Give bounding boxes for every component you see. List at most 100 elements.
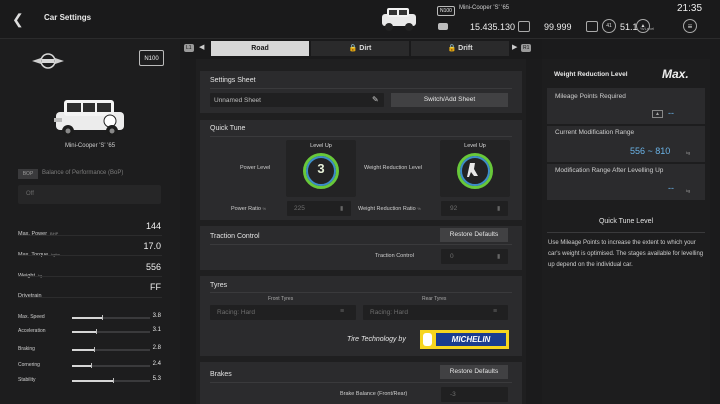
perf-label: Stability xyxy=(18,377,36,383)
power-ratio-value: 225 xyxy=(294,205,305,212)
current-range-unit: kg xyxy=(686,150,691,155)
divider xyxy=(210,88,512,89)
tab-drift-label: Drift xyxy=(458,45,473,52)
stat-max-power-value: 144 xyxy=(145,221,161,231)
stat-max-torque-label: Max. Torquekgfm xyxy=(18,243,60,261)
tyres-title: Tyres xyxy=(210,282,228,289)
sheet-name-value: Unnamed Sheet xyxy=(214,97,261,104)
traction-restore-button[interactable]: Restore Defaults xyxy=(440,228,508,242)
front-tyres-value: Racing: Hard xyxy=(217,309,255,316)
quick-tune-title: Quick Tune xyxy=(210,125,246,132)
back-icon[interactable]: ❮ xyxy=(12,11,24,28)
tab-road[interactable]: Road xyxy=(211,41,309,56)
car-thumbnail xyxy=(382,8,416,31)
slider-icon: ▮ xyxy=(497,206,501,212)
perf-bar-marker xyxy=(96,329,98,334)
garage-icon xyxy=(438,23,448,30)
tab-drift[interactable]: 🔒 Drift xyxy=(411,41,509,56)
divider xyxy=(18,276,162,277)
after-range-label: Modification Range After Levelling Up xyxy=(555,167,664,174)
switch-add-sheet-button[interactable]: Switch/Add Sheet xyxy=(391,93,508,107)
perf-bar-fill xyxy=(72,380,114,382)
bop-badge: BOP xyxy=(18,169,38,179)
divider xyxy=(210,244,512,245)
tab-next-icon[interactable]: ▶ xyxy=(512,43,517,51)
list-icon: ≡ xyxy=(340,308,345,315)
perf-bar-marker xyxy=(113,378,115,383)
perf-label: Cornering xyxy=(18,362,40,368)
traction-control-label: Traction Control xyxy=(375,253,414,259)
brakes-restore-button[interactable]: Restore Defaults xyxy=(440,365,508,379)
tab-prev-icon[interactable]: ◀ xyxy=(199,43,204,51)
perf-bar-fill xyxy=(72,331,97,333)
credits-value: 15.435.130 xyxy=(470,22,516,32)
michelin-man-icon xyxy=(423,333,432,346)
r1-button-hint: R1 xyxy=(521,44,532,52)
divider xyxy=(210,292,512,293)
after-range-value: -- xyxy=(668,183,674,193)
perf-value: 2.8 xyxy=(152,345,161,351)
page-title: Car Settings xyxy=(44,13,92,22)
brake-balance-label: Brake Balance (Front/Rear) xyxy=(340,391,408,397)
mileage-points-value: -- xyxy=(668,108,674,118)
bop-select[interactable] xyxy=(18,185,161,204)
weight-level-up-label: Level Up xyxy=(464,143,486,149)
perf-bar-fill xyxy=(72,349,94,351)
perf-value: 5.3 xyxy=(152,376,161,382)
slider-icon: ▮ xyxy=(340,206,344,212)
perf-value: 3.1 xyxy=(152,327,161,333)
tab-dirt-label: Dirt xyxy=(359,45,372,52)
edit-icon[interactable]: ✎ xyxy=(372,95,379,104)
traction-control-value: 0 xyxy=(450,253,454,260)
current-range-value: 556 ~ 810 xyxy=(630,146,671,156)
quick-tune-level-heading: Quick Tune Level xyxy=(598,218,654,225)
tire-technology-label: Tire Technology by xyxy=(347,336,406,343)
description-text: Use Mileage Points to increase the exten… xyxy=(548,240,704,268)
perf-value: 2.4 xyxy=(152,361,161,367)
bop-value: Off xyxy=(26,191,34,197)
michelin-logo: MICHELIN xyxy=(420,330,509,349)
menu-icon[interactable]: ≡ xyxy=(683,19,697,33)
stat-weight-value: 556 xyxy=(145,262,161,272)
weight-ratio-value: 92 xyxy=(450,205,458,212)
stat-weight-label: Weightkg xyxy=(18,264,42,282)
mileage-value: 99.999 xyxy=(544,22,572,32)
mileage-icon xyxy=(586,21,598,32)
after-range-unit: kg xyxy=(686,188,691,193)
slider-icon: ▮ xyxy=(497,254,501,260)
divider xyxy=(18,255,162,256)
divider xyxy=(547,232,705,233)
left-n100-badge: N100 xyxy=(139,50,164,66)
lock-icon: 🔒 xyxy=(348,45,360,52)
power-level-up-label: Level Up xyxy=(310,143,332,149)
divider xyxy=(18,235,162,236)
perf-bar-marker xyxy=(93,347,95,352)
mini-logo xyxy=(32,53,64,69)
weight-ratio-label: Weight Reduction Ratio % xyxy=(358,206,421,212)
car-name: Mini-Cooper 'S' '65 xyxy=(64,143,116,149)
power-ratio-label: Power Ratio % xyxy=(231,206,267,212)
notifications-icon[interactable]: ▲ xyxy=(636,19,650,33)
tab-dirt[interactable]: 🔒 Dirt xyxy=(311,41,409,56)
power-level-value: 3 xyxy=(317,161,325,176)
stat-drivetrain-value: FF xyxy=(150,282,161,292)
traction-title: Traction Control xyxy=(210,233,260,240)
perf-label: Acceleration xyxy=(18,328,46,334)
divider xyxy=(210,382,512,383)
mileage-points-label: Mileage Points Required xyxy=(555,93,626,100)
current-range-label: Current Modification Range xyxy=(555,129,635,136)
stat-max-torque-value: 17.0 xyxy=(143,241,161,251)
front-tyres-label: Front Tyres xyxy=(268,296,294,302)
brake-balance-value: -3 xyxy=(450,391,456,398)
rear-tyres-label: Rear Tyres xyxy=(422,296,447,302)
stat-max-power-label: Max. Power BHP xyxy=(18,231,59,237)
list-icon: ≡ xyxy=(493,308,498,315)
n100-badge: N100 xyxy=(437,6,455,16)
divider xyxy=(18,297,162,298)
right-title: Weight Reduction Level xyxy=(554,71,628,78)
perf-label: Braking xyxy=(18,346,35,352)
max-level-label: Max. xyxy=(662,67,689,81)
settings-sheet-title: Settings Sheet xyxy=(210,77,256,84)
lock-icon: 🔒 xyxy=(447,45,459,52)
brakes-title: Brakes xyxy=(210,371,232,378)
